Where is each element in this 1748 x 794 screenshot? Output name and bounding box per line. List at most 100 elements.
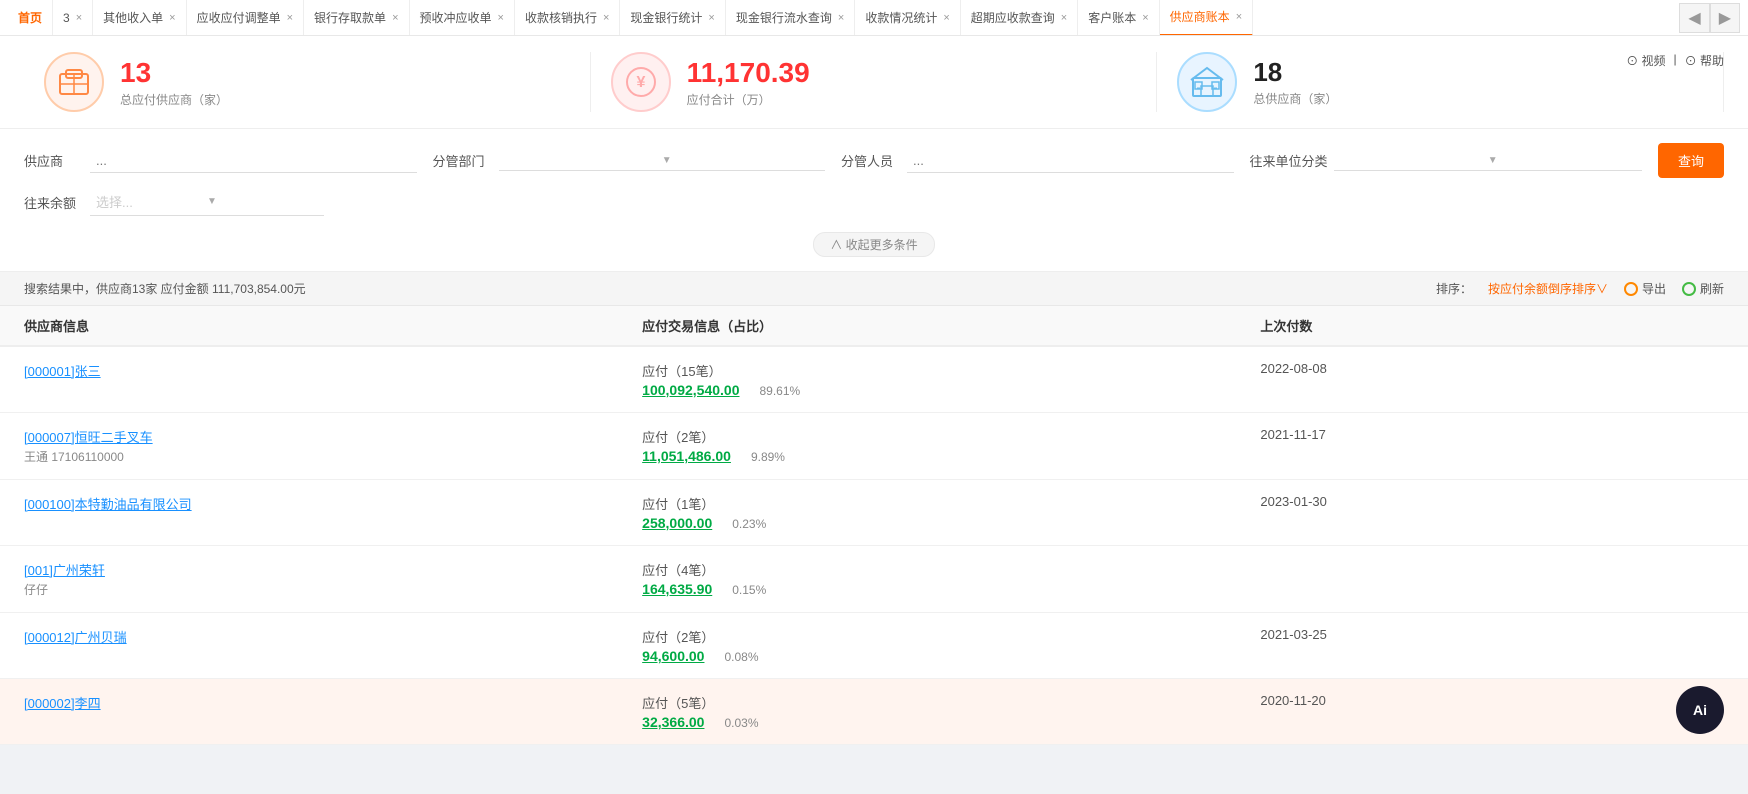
payable-info-cell: 应付（15笔） 100,092,540.00 89.61%	[642, 361, 1260, 398]
payable-row: 100,092,540.00 89.61%	[642, 380, 1260, 398]
summary-bar: 13 总应付供应商（家） ¥ 11,170.39 应付合计（万）	[0, 36, 1748, 129]
dept-label: 分管部门	[433, 151, 493, 170]
payable-info-cell: 应付（4笔） 164,635.90 0.15%	[642, 560, 1260, 597]
query-button[interactable]: 查询	[1658, 143, 1724, 178]
supplier-link[interactable]: [000100]本特勤油品有限公司	[24, 497, 192, 512]
close-icon[interactable]: ×	[838, 12, 844, 24]
nav-next-arrow[interactable]: ▶	[1710, 3, 1740, 33]
nav-tab-adjustment[interactable]: 应收应付调整单 ×	[187, 0, 304, 36]
close-icon[interactable]: ×	[1236, 11, 1242, 23]
col-header-lastpay: 上次付数	[1260, 316, 1724, 335]
supplier-link[interactable]: [000001]张三	[24, 364, 101, 379]
svg-text:¥: ¥	[636, 74, 645, 91]
nav-tab-prepay-label: 预收冲应收单	[420, 9, 492, 26]
last-pay-cell: 2022-08-08	[1260, 361, 1724, 376]
payable-amount[interactable]: 164,635.90	[642, 581, 712, 597]
table-row: [000007]恒旺二手叉车 王通 17106110000 应付（2笔） 11,…	[0, 413, 1748, 480]
close-icon[interactable]: ×	[287, 12, 293, 24]
payable-amount[interactable]: 32,366.00	[642, 714, 704, 730]
summary-content-total-suppliers: 18 总供应商（家）	[1253, 57, 1337, 107]
person-input[interactable]	[907, 149, 1234, 173]
ai-button[interactable]: Ai	[1676, 686, 1724, 734]
supplier-info-cell: [000001]张三	[24, 361, 642, 380]
supplier-link[interactable]: [000012]广州贝瑞	[24, 630, 127, 645]
export-button[interactable]: 导出	[1624, 280, 1666, 297]
video-link[interactable]: ⊙ 视频	[1626, 52, 1665, 69]
nav-tab-cash-stat[interactable]: 现金银行统计 ×	[620, 0, 725, 36]
nav-tab-customer-ledger[interactable]: 客户账本 ×	[1078, 0, 1159, 36]
payable-amount[interactable]: 258,000.00	[642, 515, 712, 531]
payable-pct: 9.89%	[751, 450, 785, 464]
nav-tab-customer-ledger-label: 客户账本	[1088, 9, 1136, 26]
table-row: [000012]广州贝瑞 应付（2笔） 94,600.00 0.08% 2021…	[0, 613, 1748, 679]
close-icon[interactable]: ×	[76, 12, 82, 24]
divider: |	[1674, 52, 1677, 69]
nav-tab-bank[interactable]: 银行存取款单 ×	[304, 0, 409, 36]
dept-select[interactable]: ▼	[499, 151, 826, 171]
close-icon[interactable]: ×	[1142, 12, 1148, 24]
nav-tab-overdue[interactable]: 超期应收款查询 ×	[961, 0, 1078, 36]
chevron-down-icon-3: ▼	[207, 196, 318, 207]
payable-row: 258,000.00 0.23%	[642, 513, 1260, 531]
export-label: 导出	[1642, 280, 1666, 297]
collapse-button[interactable]: ∧ 收起更多条件	[813, 232, 934, 257]
nav-tab-supplier-ledger[interactable]: 供应商账本 ×	[1160, 0, 1253, 36]
filter-balance: 往来余额 选择... ▼	[24, 188, 324, 216]
help-link[interactable]: ⊙ 帮助	[1685, 52, 1724, 69]
col-header-supplier: 供应商信息	[24, 316, 642, 335]
payable-info-cell: 应付（2笔） 11,051,486.00 9.89%	[642, 427, 1260, 464]
last-pay-cell: 2023-01-30	[1260, 494, 1724, 509]
balance-select[interactable]: 选择... ▼	[90, 188, 324, 216]
close-icon[interactable]: ×	[498, 12, 504, 24]
category-select[interactable]: ▼	[1334, 151, 1642, 171]
close-icon[interactable]: ×	[603, 12, 609, 24]
summary-content-payable: 13 总应付供应商（家）	[120, 56, 228, 109]
nav-tab-home[interactable]: 首页	[8, 0, 53, 36]
ai-label: Ai	[1693, 702, 1707, 718]
close-icon[interactable]: ×	[943, 12, 949, 24]
total-payable-amount: 11,170.39	[687, 56, 810, 90]
payable-amount[interactable]: 11,051,486.00	[642, 448, 731, 464]
nav-tab-3[interactable]: 3 ×	[53, 0, 93, 36]
money-svg-icon: ¥	[623, 64, 659, 100]
filter-area: 供应商 分管部门 ▼ 分管人员 往来单位分类 ▼ 查询	[0, 129, 1748, 272]
supplier-sub-info: 仔仔	[24, 581, 642, 598]
sort-value[interactable]: 按应付余额倒序排序∨	[1488, 280, 1608, 297]
payable-label: 应付（1笔）	[642, 494, 1260, 513]
close-icon[interactable]: ×	[1061, 12, 1067, 24]
nav-prev-arrow[interactable]: ◀	[1679, 3, 1709, 33]
nav-tab-prepay[interactable]: 预收冲应收单 ×	[410, 0, 515, 36]
close-icon[interactable]: ×	[708, 12, 714, 24]
close-icon[interactable]: ×	[169, 12, 175, 24]
nav-tab-other-income[interactable]: 其他收入单 ×	[93, 0, 186, 36]
nav-tab-collection[interactable]: 收款核销执行 ×	[515, 0, 620, 36]
summary-item-payable-suppliers: 13 总应付供应商（家）	[24, 52, 591, 112]
nav-tab-3-label: 3	[63, 11, 70, 25]
payable-pct: 0.15%	[732, 583, 766, 597]
payable-row: 94,600.00 0.08%	[642, 646, 1260, 664]
last-pay-cell: 2021-03-25	[1260, 627, 1724, 642]
category-label: 往来单位分类	[1250, 151, 1328, 170]
supplier-input[interactable]	[90, 149, 417, 173]
payable-amount[interactable]: 100,092,540.00	[642, 382, 739, 398]
col-header-payable: 应付交易信息（占比）	[642, 316, 1260, 335]
supplier-link[interactable]: [000007]恒旺二手叉车	[24, 430, 153, 445]
result-bar: 搜索结果中，供应商13家 应付金额 111,703,854.00元 排序： 按应…	[0, 272, 1748, 306]
close-icon[interactable]: ×	[392, 12, 398, 24]
nav-tab-cash-flow[interactable]: 现金银行流水查询 ×	[726, 0, 855, 36]
sort-label: 排序：	[1436, 280, 1472, 297]
supplier-info-cell: [000007]恒旺二手叉车 王通 17106110000	[24, 427, 642, 465]
supplier-info-cell: [000012]广州贝瑞	[24, 627, 642, 646]
money-icon: ¥	[611, 52, 671, 112]
total-payable-label: 应付合计（万）	[687, 91, 810, 108]
payable-info-cell: 应付（1笔） 258,000.00 0.23%	[642, 494, 1260, 531]
supplier-link[interactable]: [000002]李四	[24, 696, 101, 711]
nav-tab-collection-stat[interactable]: 收款情况统计 ×	[855, 0, 960, 36]
refresh-button[interactable]: 刷新	[1682, 280, 1724, 297]
nav-tab-collection-label: 收款核销执行	[525, 9, 597, 26]
payable-amount[interactable]: 94,600.00	[642, 648, 704, 664]
filter-supplier: 供应商	[24, 149, 417, 173]
supplier-sub-info: 王通 17106110000	[24, 448, 642, 465]
supplier-info-cell: [000100]本特勤油品有限公司	[24, 494, 642, 513]
supplier-link[interactable]: [001]广州荣轩	[24, 563, 105, 578]
